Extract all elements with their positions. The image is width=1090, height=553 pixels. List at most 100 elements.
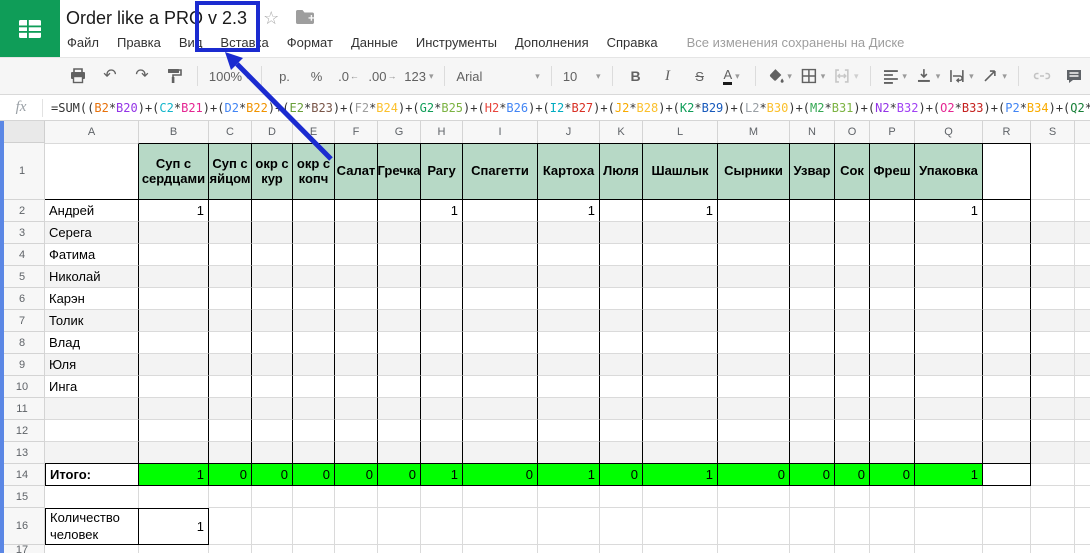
cell-H17[interactable] — [421, 545, 463, 553]
cell-C11[interactable] — [209, 398, 252, 420]
cell-J12[interactable] — [538, 420, 600, 442]
cell-C13[interactable] — [209, 442, 252, 464]
cell-B13[interactable] — [139, 442, 209, 464]
cell-extra13[interactable] — [1075, 442, 1090, 464]
cell-I2[interactable] — [463, 200, 538, 222]
cell-K7[interactable] — [600, 310, 643, 332]
cell-N1[interactable]: Узвар — [790, 143, 835, 200]
row-header-6[interactable]: 6 — [0, 288, 45, 310]
cell-H6[interactable] — [421, 288, 463, 310]
cell-I16[interactable] — [463, 508, 538, 545]
col-header-E[interactable]: E — [293, 121, 335, 143]
cell-O7[interactable] — [835, 310, 870, 332]
cell-I10[interactable] — [463, 376, 538, 398]
cell-K12[interactable] — [600, 420, 643, 442]
cell-L3[interactable] — [643, 222, 718, 244]
cell-S4[interactable] — [1031, 244, 1075, 266]
cell-D12[interactable] — [252, 420, 293, 442]
cell-A2[interactable]: Андрей — [45, 200, 139, 222]
cell-P7[interactable] — [870, 310, 915, 332]
cell-A13[interactable] — [45, 442, 139, 464]
cell-C7[interactable] — [209, 310, 252, 332]
cell-J10[interactable] — [538, 376, 600, 398]
cell-extra14[interactable] — [1075, 464, 1090, 486]
cell-Q9[interactable] — [915, 354, 983, 376]
cell-L17[interactable] — [643, 545, 718, 553]
row-header-8[interactable]: 8 — [0, 332, 45, 354]
cell-B2[interactable]: 1 — [139, 200, 209, 222]
cell-J5[interactable] — [538, 266, 600, 288]
cell-K1[interactable]: Люля — [600, 143, 643, 200]
cell-R2[interactable] — [983, 200, 1031, 222]
cell-R5[interactable] — [983, 266, 1031, 288]
cell-A7[interactable]: Толик — [45, 310, 139, 332]
cell-O8[interactable] — [835, 332, 870, 354]
cell-F14[interactable]: 0 — [335, 464, 378, 486]
cell-extra17[interactable] — [1075, 545, 1090, 553]
cell-O13[interactable] — [835, 442, 870, 464]
menu-tools[interactable]: Инструменты — [407, 32, 506, 53]
cell-D4[interactable] — [252, 244, 293, 266]
cell-N10[interactable] — [790, 376, 835, 398]
cell-O6[interactable] — [835, 288, 870, 310]
cell-H9[interactable] — [421, 354, 463, 376]
cell-D9[interactable] — [252, 354, 293, 376]
menu-file[interactable]: Файл — [58, 32, 108, 53]
cell-Q16[interactable] — [915, 508, 983, 545]
row-header-16[interactable]: 16 — [0, 508, 45, 545]
cell-B8[interactable] — [139, 332, 209, 354]
cell-E2[interactable] — [293, 200, 335, 222]
cell-E9[interactable] — [293, 354, 335, 376]
cell-L10[interactable] — [643, 376, 718, 398]
cell-B9[interactable] — [139, 354, 209, 376]
cell-M14[interactable]: 0 — [718, 464, 790, 486]
cell-extra5[interactable] — [1075, 266, 1090, 288]
cell-R1[interactable] — [983, 143, 1031, 200]
cell-E12[interactable] — [293, 420, 335, 442]
cell-S8[interactable] — [1031, 332, 1075, 354]
cell-F17[interactable] — [335, 545, 378, 553]
cell-F6[interactable] — [335, 288, 378, 310]
cell-B10[interactable] — [139, 376, 209, 398]
cell-D8[interactable] — [252, 332, 293, 354]
menu-addons[interactable]: Дополнения — [506, 32, 598, 53]
cell-G15[interactable] — [378, 486, 421, 508]
cell-A10[interactable]: Инга — [45, 376, 139, 398]
cell-G8[interactable] — [378, 332, 421, 354]
col-header-O[interactable]: O — [835, 121, 870, 143]
cell-S13[interactable] — [1031, 442, 1075, 464]
number-format-button[interactable]: 123 ▾ — [400, 63, 437, 89]
cell-H1[interactable]: Рагу — [421, 143, 463, 200]
cell-N8[interactable] — [790, 332, 835, 354]
cell-L15[interactable] — [643, 486, 718, 508]
cell-K4[interactable] — [600, 244, 643, 266]
bold-button[interactable]: B — [620, 63, 652, 89]
cell-D7[interactable] — [252, 310, 293, 332]
cell-F3[interactable] — [335, 222, 378, 244]
cell-A4[interactable]: Фатима — [45, 244, 139, 266]
cell-F1[interactable]: Салат — [335, 143, 378, 200]
paint-format-button[interactable] — [158, 63, 190, 89]
cell-L4[interactable] — [643, 244, 718, 266]
cell-P11[interactable] — [870, 398, 915, 420]
cell-K14[interactable]: 0 — [600, 464, 643, 486]
col-header-D[interactable]: D — [252, 121, 293, 143]
cell-I1[interactable]: Спагетти — [463, 143, 538, 200]
cell-E16[interactable] — [293, 508, 335, 545]
cell-G16[interactable] — [378, 508, 421, 545]
cell-B6[interactable] — [139, 288, 209, 310]
row-header-10[interactable]: 10 — [0, 376, 45, 398]
cell-P13[interactable] — [870, 442, 915, 464]
cell-S1[interactable] — [1031, 143, 1075, 200]
cell-F2[interactable] — [335, 200, 378, 222]
cell-J6[interactable] — [538, 288, 600, 310]
cell-F15[interactable] — [335, 486, 378, 508]
cell-G9[interactable] — [378, 354, 421, 376]
cell-N14[interactable]: 0 — [790, 464, 835, 486]
cell-L16[interactable] — [643, 508, 718, 545]
cell-extra4[interactable] — [1075, 244, 1090, 266]
text-wrap-button[interactable]: ▾ — [944, 63, 977, 89]
cell-B14[interactable]: 1 — [139, 464, 209, 486]
cell-E1[interactable]: окр с копч — [293, 143, 335, 200]
cell-P12[interactable] — [870, 420, 915, 442]
